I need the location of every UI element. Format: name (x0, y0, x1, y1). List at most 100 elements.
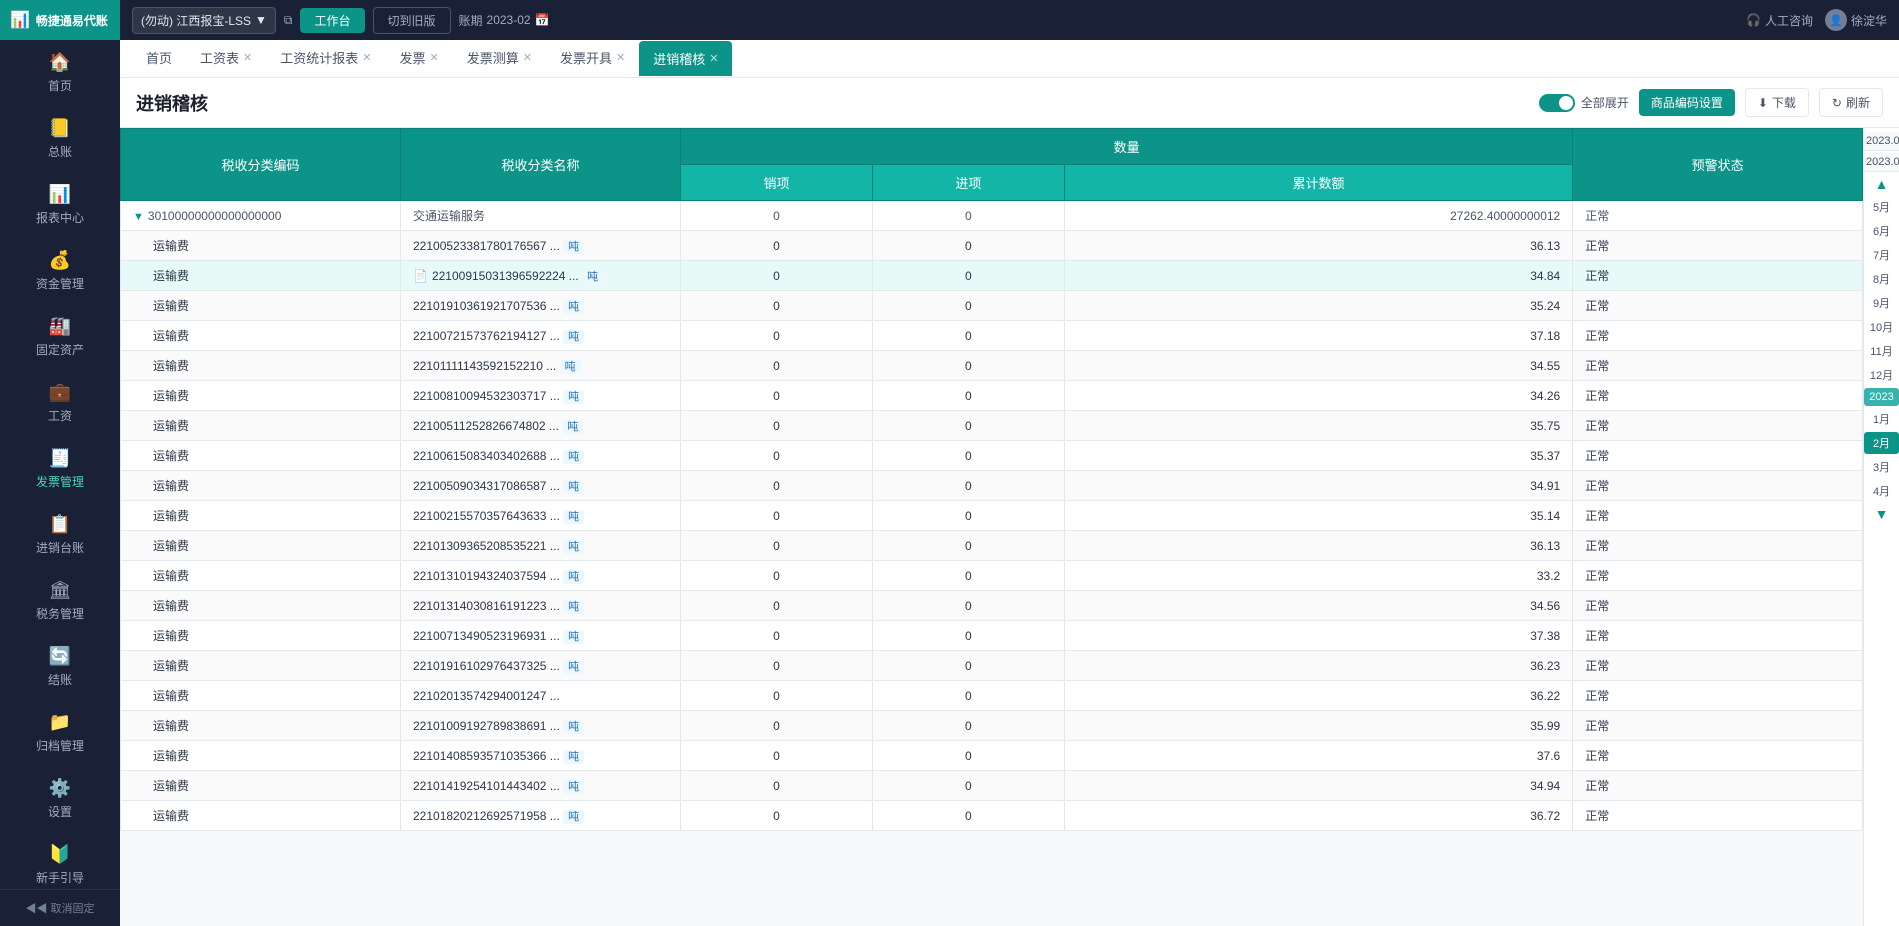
sidebar-item-purchase-ledger[interactable]: 📋进销台账 (0, 502, 120, 568)
cell-item: 运输费 (121, 531, 401, 561)
unit-tag: 吨 (563, 630, 584, 644)
table-row[interactable]: 运输费 22100511252826674802 ... 吨 0 0 35.75… (121, 411, 1863, 441)
refresh-button[interactable]: ↻ 刷新 (1819, 88, 1883, 117)
table-row[interactable]: 运输费 22100810094532303717 ... 吨 0 0 34.26… (121, 381, 1863, 411)
sidebar-item-settings[interactable]: ⚙️设置 (0, 766, 120, 832)
month-1[interactable]: 1月 (1864, 408, 1899, 430)
tax-icon: 🏛 (49, 580, 72, 601)
cell-cumulative: 34.84 (1064, 261, 1572, 291)
tab-reconcile[interactable]: 进销稽核✕ (639, 41, 732, 76)
download-button[interactable]: ⬇ 下载 (1745, 88, 1809, 117)
month-9[interactable]: 9月 (1864, 292, 1899, 314)
product-code-button[interactable]: 商品编码设置 (1639, 89, 1735, 116)
table-row[interactable]: 运输费 22101408593571035366 ... 吨 0 0 37.6 … (121, 741, 1863, 771)
nav-up-arrow[interactable]: ▲ (1873, 174, 1891, 194)
month-10[interactable]: 10月 (1864, 316, 1899, 338)
unit-tag: 吨 (563, 540, 584, 554)
month-6[interactable]: 6月 (1864, 220, 1899, 242)
cell-purchase: 0 (872, 771, 1064, 801)
table-row[interactable]: 运输费 22100713490523196931 ... 吨 0 0 37.38… (121, 621, 1863, 651)
tab-close-invoice[interactable]: ✕ (430, 51, 439, 64)
table-row[interactable]: 运输费 22101009192789838691 ... 吨 0 0 35.99… (121, 711, 1863, 741)
table-row[interactable]: 运输费 22101820212692571958 ... 吨 0 0 36.72… (121, 801, 1863, 831)
sidebar-item-fixed-assets[interactable]: 🏭固定资产 (0, 304, 120, 370)
table-row[interactable]: 运输费 📄22100915031396592224 ... 吨 0 0 34.8… (121, 261, 1863, 291)
nav-down-arrow[interactable]: ▼ (1873, 504, 1891, 524)
cell-purchase: 0 (872, 351, 1064, 381)
sidebar-item-ledger[interactable]: 📒总账 (0, 106, 120, 172)
headset-icon: 🎧 (1746, 13, 1761, 27)
sidebar-item-guide[interactable]: 🔰新手引导 (0, 832, 120, 889)
table-row[interactable]: 运输费 22100523381780176567 ... 吨 0 0 36.13… (121, 231, 1863, 261)
tab-label: 工资表 (200, 48, 239, 67)
sidebar-item-label: 固定资产 (36, 341, 84, 358)
table-row[interactable]: 运输费 22100215570357643633 ... 吨 0 0 35.14… (121, 501, 1863, 531)
tab-close-invoice-calc[interactable]: ✕ (523, 51, 532, 64)
tab-close-payroll-report[interactable]: ✕ (362, 51, 371, 64)
workbench-button[interactable]: 工作台 (300, 8, 364, 33)
copy-icon[interactable]: ⧉ (284, 13, 293, 28)
table-row[interactable]: 运输费 22101111143592152210 ... 吨 0 0 34.55… (121, 351, 1863, 381)
table-row[interactable]: 运输费 22101309365208535221 ... 吨 0 0 36.13… (121, 531, 1863, 561)
cell-item: 运输费 (121, 711, 401, 741)
right-panel: 2023.02 2023.02 ▲ 5月 6月 7月 8月 9月 10月 11月… (1863, 128, 1899, 926)
tab-payroll-report[interactable]: 工资统计报表✕ (266, 40, 385, 77)
sidebar-item-settlement[interactable]: 🔄结账 (0, 634, 120, 700)
sidebar-item-home[interactable]: 🏠首页 (0, 40, 120, 106)
switch-version-button[interactable]: 切到旧版 (373, 7, 451, 34)
tab-close-payroll[interactable]: ✕ (243, 51, 252, 64)
month-11[interactable]: 11月 (1864, 340, 1899, 362)
tab-label: 首页 (146, 48, 172, 67)
month-8[interactable]: 8月 (1864, 268, 1899, 290)
table-container: 税收分类编码 税收分类名称 数量 预警状态 销项 进项 累计数额 (120, 128, 1863, 926)
month-5[interactable]: 5月 (1864, 196, 1899, 218)
sidebar-item-invoice-mgmt[interactable]: 🧾发票管理 (0, 436, 120, 502)
tab-close-invoice-open[interactable]: ✕ (616, 51, 625, 64)
unit-tag: 吨 (562, 420, 583, 434)
cell-item: 运输费 (121, 291, 401, 321)
month-2-active[interactable]: 2月 (1864, 432, 1899, 454)
table-row[interactable]: 运输费 22100509034317086587 ... 吨 0 0 34.91… (121, 471, 1863, 501)
month-4[interactable]: 4月 (1864, 480, 1899, 502)
period-selector[interactable]: 账期 2023-02 📅 (459, 12, 550, 29)
cell-sales: 0 (681, 621, 873, 651)
cell-status: 正常 (1573, 591, 1863, 621)
cell-purchase: 0 (872, 291, 1064, 321)
tab-payroll[interactable]: 工资表 ✕ (186, 40, 266, 77)
sidebar-item-archive[interactable]: 📁归档管理 (0, 700, 120, 766)
table-row[interactable]: 运输费 22101910361921707536 ... 吨 0 0 35.24… (121, 291, 1863, 321)
cell-cumulative: 36.23 (1064, 651, 1572, 681)
unit-tag: 吨 (563, 600, 584, 614)
unit-tag: 吨 (563, 570, 584, 584)
cell-sales: 0 (681, 771, 873, 801)
month-7[interactable]: 7月 (1864, 244, 1899, 266)
month-12[interactable]: 12月 (1864, 364, 1899, 386)
sidebar-unpin[interactable]: ◀◀ 取消固定 (0, 889, 120, 926)
sidebar-item-report[interactable]: 📊报表中心 (0, 172, 120, 238)
tab-invoice[interactable]: 发票✕ (385, 40, 452, 77)
month-3[interactable]: 3月 (1864, 456, 1899, 478)
table-row[interactable]: 运输费 22100615083403402688 ... 吨 0 0 35.37… (121, 441, 1863, 471)
cell-invoice-no: 22101419254101443402 ... 吨 (401, 771, 681, 801)
sidebar-item-capital[interactable]: 💰资金管理 (0, 238, 120, 304)
support-link[interactable]: 🎧 人工咨询 (1746, 12, 1813, 29)
tab-home[interactable]: 首页 (132, 40, 186, 77)
company-selector[interactable]: (勿动) 江西报宝-LSS ▼ (132, 7, 276, 34)
table-row[interactable]: ▼30100000000000000000 交通运输服务 0 0 27262.4… (121, 201, 1863, 231)
user-menu[interactable]: 👤 徐淀华 (1825, 9, 1887, 31)
toggle-switch[interactable] (1539, 94, 1575, 112)
table-row[interactable]: 运输费 22101419254101443402 ... 吨 0 0 34.94… (121, 771, 1863, 801)
cell-sales: 0 (681, 501, 873, 531)
table-row[interactable]: 运输费 22100721573762194127 ... 吨 0 0 37.18… (121, 321, 1863, 351)
sidebar-item-tax[interactable]: 🏛税务管理 (0, 568, 120, 634)
table-row[interactable]: 运输费 22101314030816191223 ... 吨 0 0 34.56… (121, 591, 1863, 621)
table-row[interactable]: 运输费 22101310194324037594 ... 吨 0 0 33.2 … (121, 561, 1863, 591)
tab-invoice-open[interactable]: 发票开具✕ (546, 40, 639, 77)
table-row[interactable]: 运输费 22102013574294001247 ... 0 0 36.22 正… (121, 681, 1863, 711)
sidebar-item-payroll[interactable]: 💼工资 (0, 370, 120, 436)
expand-all-toggle[interactable]: 全部展开 (1539, 94, 1629, 112)
tab-close-reconcile[interactable]: ✕ (709, 52, 718, 65)
cell-status: 正常 (1573, 381, 1863, 411)
table-row[interactable]: 运输费 22101916102976437325 ... 吨 0 0 36.23… (121, 651, 1863, 681)
tab-invoice-calc[interactable]: 发票测算✕ (453, 40, 546, 77)
